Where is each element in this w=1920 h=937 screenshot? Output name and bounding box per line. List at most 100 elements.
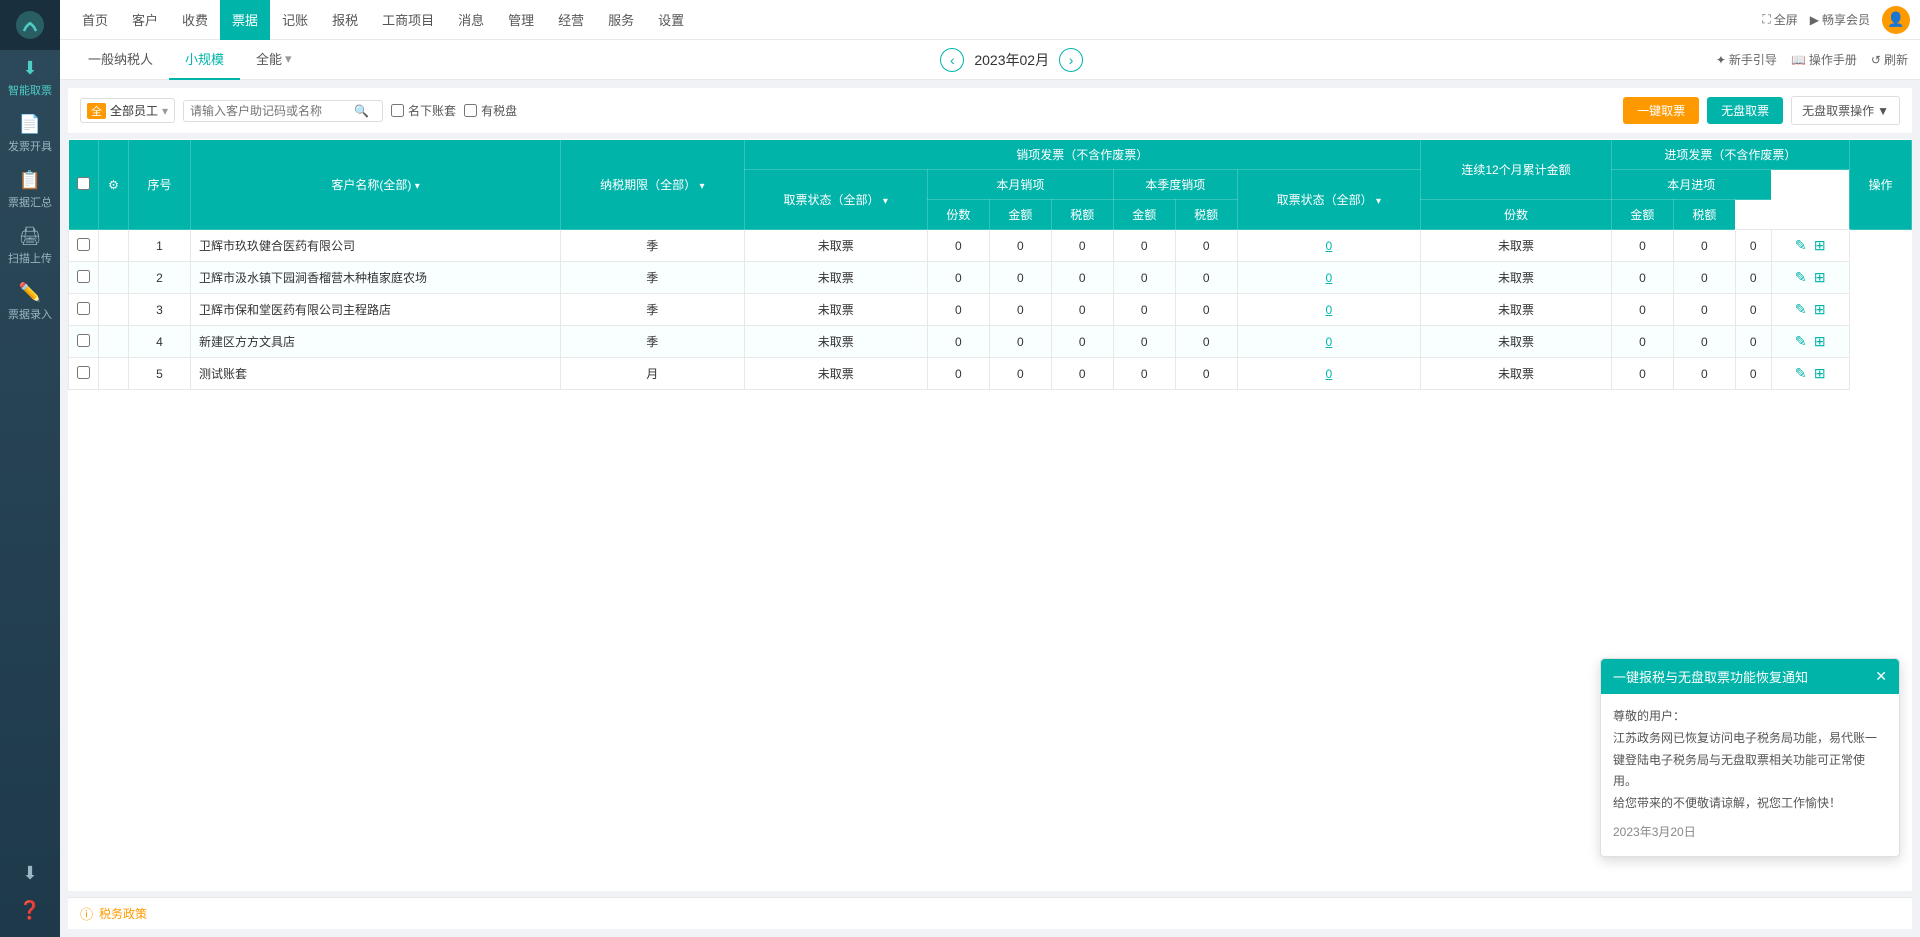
row-no: 3 <box>129 294 191 326</box>
nav-invoice[interactable]: 票据 <box>220 0 270 40</box>
select-all-checkbox[interactable] <box>77 177 90 190</box>
row-month-in-count: 0 <box>1611 358 1673 390</box>
fetch-status1-filter-icon: ▾ <box>883 196 888 207</box>
row-action-cell-left <box>99 326 129 358</box>
sidebar-item-invoice-summary[interactable]: 📋 票据汇总 <box>0 162 60 218</box>
search-input[interactable] <box>190 104 350 118</box>
refresh-btn[interactable]: ↺ 刷新 <box>1871 51 1908 68</box>
nav-business[interactable]: 工商项目 <box>370 0 446 40</box>
edit-icon[interactable]: ✎ <box>1795 365 1807 381</box>
row-quarter-sales-amount: 0 <box>1113 230 1175 262</box>
sidebar-item-invoice-entry[interactable]: ✏️ 票据录入 <box>0 274 60 330</box>
row-customer: 测试账套 <box>190 358 560 390</box>
tab-small[interactable]: 小规模 <box>169 40 240 80</box>
nav-bookkeeping[interactable]: 记账 <box>270 0 320 40</box>
sidebar-item-download[interactable]: ⬇ <box>0 857 60 890</box>
edit-icon[interactable]: ✎ <box>1795 269 1807 285</box>
toolbar: 全 全部员工 ▾ 🔍 名下账套 有税盘 一键取票 <box>68 88 1912 133</box>
view-icon[interactable]: ⊞ <box>1814 333 1826 349</box>
tax-disk-label: 有税盘 <box>481 102 517 119</box>
th-fetch-status2[interactable]: 取票状态（全部） ▾ <box>1237 170 1420 230</box>
notification-line3: 给您带来的不便敬请谅解，祝您工作愉快！ <box>1613 793 1887 815</box>
tax-policy-link[interactable]: 税务政策 <box>99 905 147 922</box>
edit-icon[interactable]: ✎ <box>1795 333 1807 349</box>
manual-btn[interactable]: 📖 操作手册 <box>1791 51 1857 68</box>
nav-settings[interactable]: 设置 <box>646 0 696 40</box>
tax-disk-checkbox[interactable] <box>464 104 477 117</box>
nav-service[interactable]: 服务 <box>596 0 646 40</box>
view-icon[interactable]: ⊞ <box>1814 301 1826 317</box>
th-tax-period[interactable]: 纳税期限（全部） ▾ <box>561 140 744 230</box>
sidebar-item-smart-fetch[interactable]: ⬇ 智能取票 <box>0 50 60 106</box>
edit-icon[interactable]: ✎ <box>1795 237 1807 253</box>
row-checkbox-cell[interactable] <box>69 262 99 294</box>
fullscreen-btn[interactable]: ⛶ 全屏 <box>1762 11 1797 28</box>
my-account-filter[interactable]: 名下账套 <box>391 102 456 119</box>
sidebar-item-scan-upload[interactable]: 🖨 扫描上传 <box>0 218 60 274</box>
sidebar-bottom: ⬇ ❓ <box>0 857 60 937</box>
nav-message[interactable]: 消息 <box>446 0 496 40</box>
vip-btn[interactable]: ▶ 畅享会员 <box>1810 11 1870 28</box>
row-quarter-sales-tax: 0 <box>1175 262 1237 294</box>
no-disk-fetch-btn[interactable]: 无盘取票 <box>1707 97 1783 124</box>
data-table: ⚙ 序号 客户名称(全部) ▾ 纳税期限（全部） ▾ 销项发票（不 <box>68 139 1912 390</box>
row-checkbox[interactable] <box>77 302 90 315</box>
current-date: 2023年02月 <box>974 50 1049 70</box>
row-checkbox[interactable] <box>77 270 90 283</box>
row-checkbox-cell[interactable] <box>69 326 99 358</box>
prev-month-btn[interactable]: ‹ <box>940 48 964 72</box>
row-month-sales-tax: 0 <box>1051 326 1113 358</box>
nav-manage[interactable]: 管理 <box>496 0 546 40</box>
view-icon[interactable]: ⊞ <box>1814 237 1826 253</box>
row-checkbox-cell[interactable] <box>69 358 99 390</box>
row-quarter-sales-amount: 0 <box>1113 294 1175 326</box>
table-row: 2 卫辉市汲水镇下园涧香榴营木种植家庭农场 季 未取票 0 0 0 0 0 0 … <box>69 262 1912 294</box>
row-checkbox-cell[interactable] <box>69 230 99 262</box>
th-month-sales-tax: 税额 <box>1051 200 1113 230</box>
row-checkbox-cell[interactable] <box>69 294 99 326</box>
th-customer[interactable]: 客户名称(全部) ▾ <box>190 140 560 230</box>
tax-disk-filter[interactable]: 有税盘 <box>464 102 517 119</box>
tab-all[interactable]: 全能 ▾ <box>240 40 308 80</box>
row-no: 5 <box>129 358 191 390</box>
th-fetch-status1[interactable]: 取票状态（全部） ▾ <box>744 170 927 230</box>
new-guide-btn[interactable]: ✦ 新手引导 <box>1716 51 1777 68</box>
sidebar-item-issue-invoice[interactable]: 📄 发票开具 <box>0 106 60 162</box>
nav-tax[interactable]: 报税 <box>320 0 370 40</box>
row-no: 1 <box>129 230 191 262</box>
nav-operation[interactable]: 经营 <box>546 0 596 40</box>
search-wrap[interactable]: 🔍 <box>183 100 383 122</box>
row-checkbox[interactable] <box>77 334 90 347</box>
notification-close-btn[interactable]: ✕ <box>1875 668 1887 685</box>
nav-home[interactable]: 首页 <box>70 0 120 40</box>
table-row: 1 卫辉市玖玖健合医药有限公司 季 未取票 0 0 0 0 0 0 未取票 0 … <box>69 230 1912 262</box>
row-month-in-tax: 0 <box>1735 294 1771 326</box>
topnav-right: ⛶ 全屏 ▶ 畅享会员 👤 <box>1762 6 1910 34</box>
settings-icon[interactable]: ⚙ <box>108 178 119 192</box>
row-checkbox[interactable] <box>77 238 90 251</box>
nav-billing[interactable]: 收费 <box>170 0 220 40</box>
notification-body: 尊敬的用户： 江苏政务网已恢复访问电子税务局功能，易代账一键登陆电子税务局与无盘… <box>1601 694 1899 856</box>
user-avatar[interactable]: 👤 <box>1882 6 1910 34</box>
th-quarter-sales-amount: 金额 <box>1113 200 1175 230</box>
edit-icon[interactable]: ✎ <box>1795 301 1807 317</box>
row-action-cell-left <box>99 294 129 326</box>
row-checkbox[interactable] <box>77 366 90 379</box>
row-month-in-tax: 0 <box>1735 230 1771 262</box>
row-month-sales-tax: 0 <box>1051 358 1113 390</box>
nav-customer[interactable]: 客户 <box>120 0 170 40</box>
employee-filter[interactable]: 全 全部员工 ▾ <box>80 98 175 123</box>
my-account-checkbox[interactable] <box>391 104 404 117</box>
no-disk-ops-btn[interactable]: 无盘取票操作 ▼ <box>1791 96 1900 125</box>
sidebar-item-help[interactable]: ❓ <box>0 894 60 927</box>
one-click-fetch-btn[interactable]: 一键取票 <box>1623 97 1699 124</box>
row-quarter-sales-tax: 0 <box>1175 326 1237 358</box>
th-month-sales-count: 份数 <box>927 200 989 230</box>
row-fetch-status1: 未取票 <box>744 294 927 326</box>
tab-general[interactable]: 一般纳税人 <box>72 40 169 80</box>
view-icon[interactable]: ⊞ <box>1814 269 1826 285</box>
row-month-in-tax: 0 <box>1735 326 1771 358</box>
sidebar-item-issue-label: 发票开具 <box>8 138 52 154</box>
next-month-btn[interactable]: › <box>1059 48 1083 72</box>
view-icon[interactable]: ⊞ <box>1814 365 1826 381</box>
